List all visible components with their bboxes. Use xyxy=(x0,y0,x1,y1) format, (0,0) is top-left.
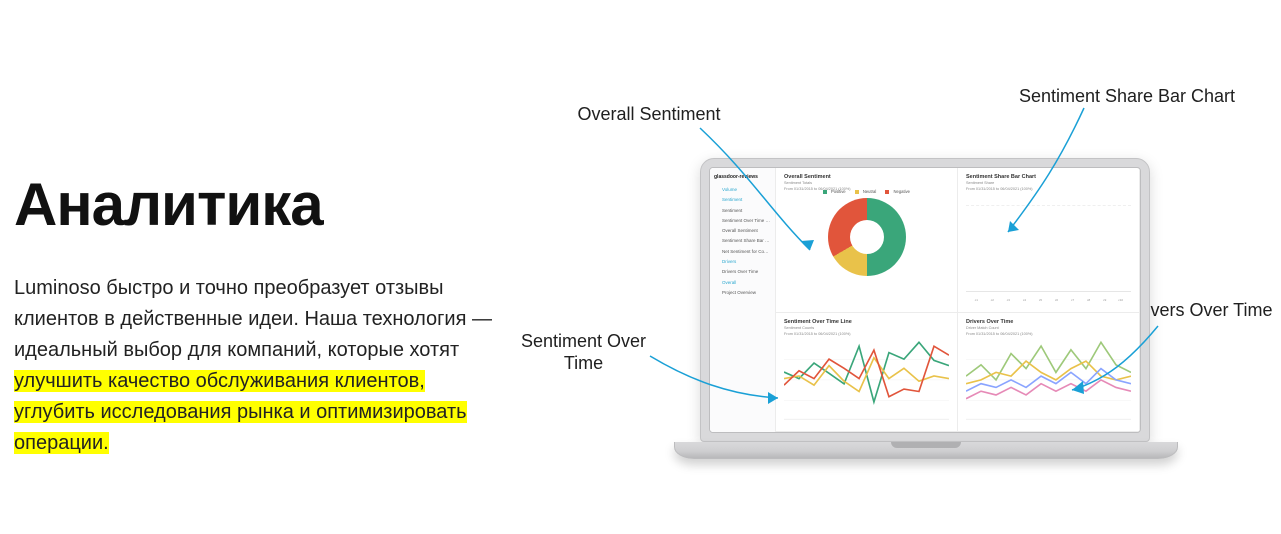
laptop-base xyxy=(674,442,1178,459)
dot-line-chart xyxy=(966,339,1131,421)
share-bar-chart: c1c2c3c4c5c6c7c8c9c10 xyxy=(966,194,1131,302)
sidebar-item[interactable]: Sentiment xyxy=(714,206,771,216)
tile-sub: Sentiment Totals xyxy=(784,181,949,186)
anno-sentiment-over-time: Sentiment Over Time xyxy=(511,331,656,374)
tile-sub: Sentiment Share xyxy=(966,181,1131,186)
dashboard-screen: glassdoor-reviews Volume Sentiment Senti… xyxy=(709,167,1141,433)
body-highlight: улучшить качество обслуживания клиентов,… xyxy=(14,370,467,454)
bar: c7 xyxy=(1066,296,1079,302)
dashboard-sidebar: glassdoor-reviews Volume Sentiment Senti… xyxy=(710,168,776,432)
sidebar-overall[interactable]: Overall xyxy=(714,278,771,288)
tile-title: Drivers Over Time xyxy=(966,319,1131,325)
project-title: glassdoor-reviews xyxy=(714,174,771,181)
sidebar-item[interactable]: Sentiment Over Time Line xyxy=(714,216,771,226)
body-plain: Luminoso быстро и точно преобразует отзы… xyxy=(14,277,492,361)
bar: c3 xyxy=(1002,296,1015,302)
bar: c6 xyxy=(1050,296,1063,302)
laptop-bezel: glassdoor-reviews Volume Sentiment Senti… xyxy=(700,158,1150,442)
dashboard-canvas: Overall Sentiment Sentiment Totals From … xyxy=(776,168,1140,432)
bar: c5 xyxy=(1034,296,1047,302)
anno-overall-sentiment: Overall Sentiment xyxy=(564,104,734,126)
sot-line-chart xyxy=(784,339,949,421)
bar: c4 xyxy=(1018,296,1031,302)
tile-sub: Sentiment Counts xyxy=(784,326,949,331)
donut-chart xyxy=(828,198,906,276)
tile-drivers-over-time: Drivers Over Time Driver Match Count Fro… xyxy=(957,312,1140,432)
tile-overall-sentiment: Overall Sentiment Sentiment Totals From … xyxy=(775,167,958,313)
bar: c10 xyxy=(1114,296,1127,302)
bar: c8 xyxy=(1082,296,1095,302)
tile-title: Overall Sentiment xyxy=(784,174,949,180)
sidebar-item[interactable]: Net Sentiment for Concept over time xyxy=(714,247,771,257)
tile-sentiment-share-bar: Sentiment Share Bar Chart Sentiment Shar… xyxy=(957,167,1140,313)
page-title: Аналитика xyxy=(14,170,504,239)
marketing-text: Аналитика Luminoso быстро и точно преобр… xyxy=(14,170,504,459)
sidebar-drivers[interactable]: Drivers xyxy=(714,257,771,267)
tile-sub: From 01/31/2015 to 06/04/2021 (100%) xyxy=(966,187,1131,192)
bar: c1 xyxy=(970,296,983,302)
sidebar-item[interactable]: Sentiment Share Bar Chart xyxy=(714,236,771,246)
tile-title: Sentiment Over Time Line xyxy=(784,319,949,325)
page-body: Luminoso быстро и точно преобразует отзы… xyxy=(14,273,504,459)
bar: c9 xyxy=(1098,296,1111,302)
sidebar-volume[interactable]: Volume xyxy=(714,185,771,195)
sidebar-item[interactable]: Drivers Over Time xyxy=(714,267,771,277)
bar: c2 xyxy=(986,296,999,302)
tile-sentiment-over-time: Sentiment Over Time Line Sentiment Count… xyxy=(775,312,958,432)
sidebar-item[interactable]: Overall Sentiment xyxy=(714,226,771,236)
anno-sentiment-share-bar: Sentiment Share Bar Chart xyxy=(1012,86,1242,108)
laptop-mockup: glassdoor-reviews Volume Sentiment Senti… xyxy=(700,158,1150,459)
tile-sub: From 01/31/2015 to 06/04/2021 (100%) xyxy=(966,332,1131,337)
tile-sub: Driver Match Count xyxy=(966,326,1131,331)
tile-sub: From 01/31/2015 to 06/04/2021 (100%) xyxy=(784,332,949,337)
tile-title: Sentiment Share Bar Chart xyxy=(966,174,1131,180)
sidebar-item[interactable]: Project Overview xyxy=(714,288,771,298)
sidebar-sentiment[interactable]: Sentiment xyxy=(714,195,771,205)
